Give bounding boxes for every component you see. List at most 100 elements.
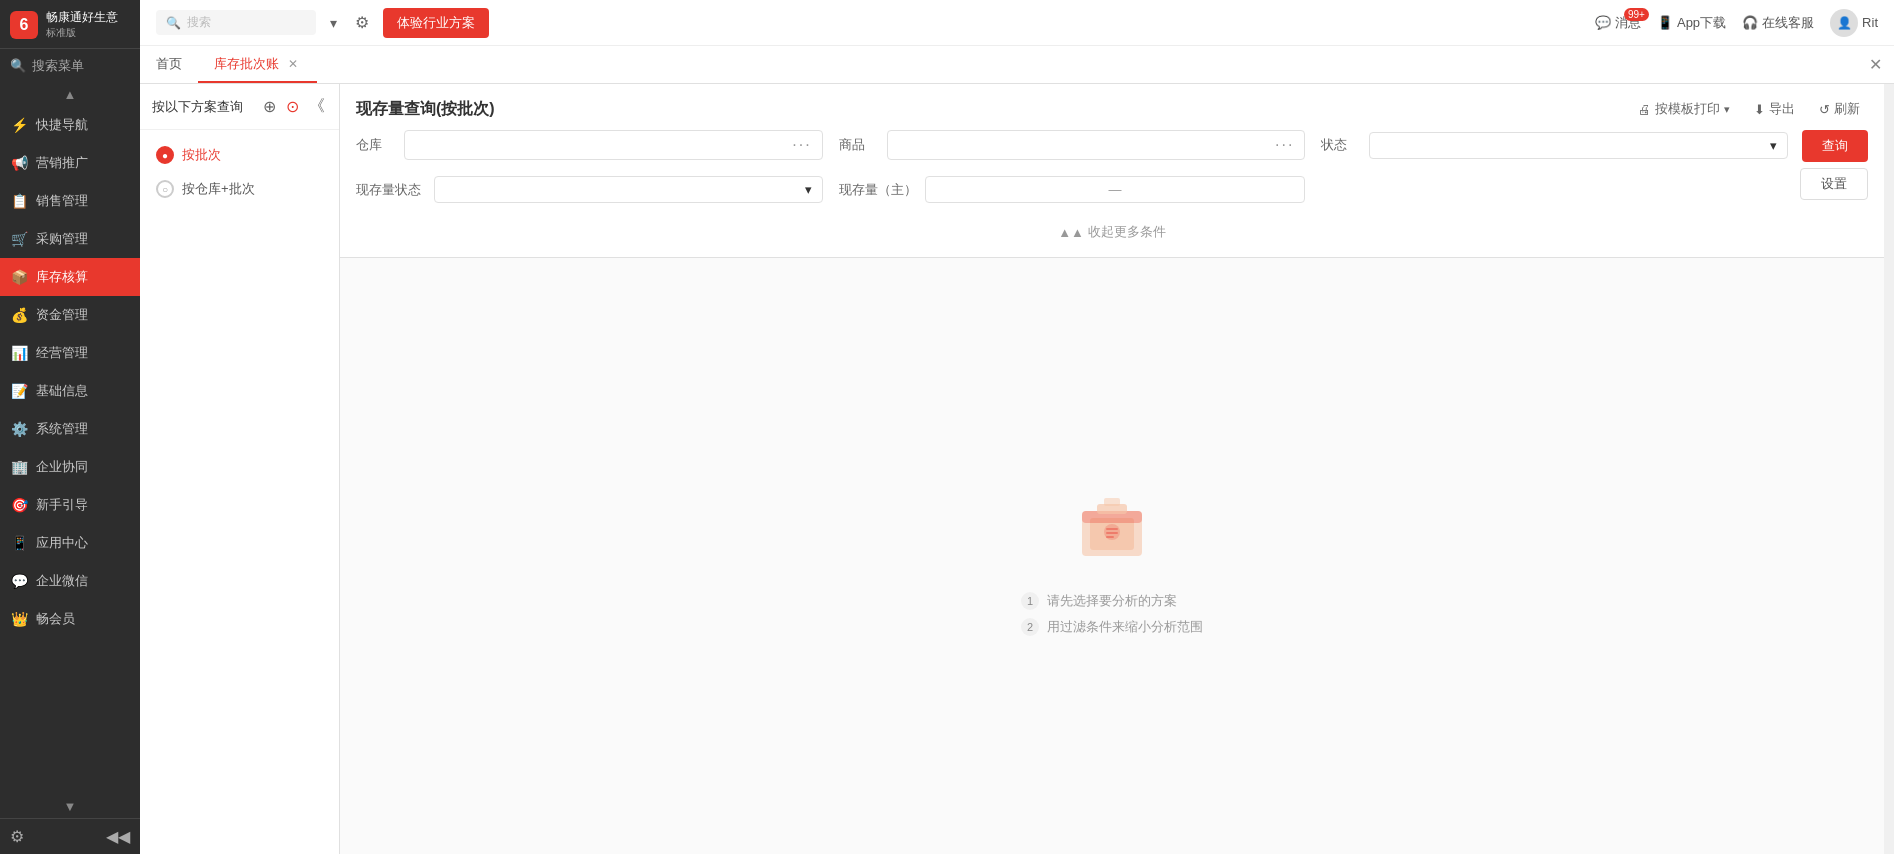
- warehouse-field: 仓库 ···: [356, 130, 823, 160]
- close-all-tabs-btn[interactable]: ✕: [1857, 46, 1894, 83]
- phone-icon: 📱: [1657, 15, 1673, 30]
- product-input[interactable]: ···: [887, 130, 1306, 160]
- tab-bar: 首页 库存批次账 ✕ ✕: [140, 46, 1894, 84]
- scheme-actions: ⊕ ⊙ 《: [261, 94, 327, 119]
- sidebar-item-members[interactable]: 👑 畅会员: [0, 600, 140, 638]
- finance-icon: 💰: [10, 306, 28, 324]
- refresh-icon: ↺: [1819, 102, 1830, 117]
- add-scheme-icon[interactable]: ⊕: [261, 95, 278, 118]
- newbie-icon: 🎯: [10, 496, 28, 514]
- export-icon: ⬇: [1754, 102, 1765, 117]
- print-btn[interactable]: 🖨 按模板打印 ▾: [1630, 96, 1738, 122]
- sidebar-item-newbie[interactable]: 🎯 新手引导: [0, 486, 140, 524]
- topbar-search[interactable]: 🔍 搜索: [156, 10, 316, 35]
- sidebar-item-purchase[interactable]: 🛒 采购管理: [0, 220, 140, 258]
- product-dots: ···: [1275, 136, 1294, 154]
- user-menu[interactable]: 👤 Rit: [1830, 9, 1878, 37]
- sidebar-item-marketing[interactable]: 📢 营销推广: [0, 144, 140, 182]
- inventory-status-field: 现存量状态 ▾: [356, 176, 823, 203]
- messages-btn[interactable]: 💬 消息 99+: [1595, 14, 1641, 32]
- collapse-icon: ▲▲: [1058, 225, 1084, 240]
- tab-batch-account[interactable]: 库存批次账 ✕: [198, 46, 317, 83]
- apps-icon: 📱: [10, 534, 28, 552]
- product-field: 商品 ···: [839, 130, 1306, 160]
- tip-text-1: 请先选择要分析的方案: [1047, 592, 1177, 610]
- settings-button[interactable]: 设置: [1800, 168, 1868, 200]
- topbar-right: 💬 消息 99+ 📱 App下载 🎧 在线客服 👤 Rit: [1595, 9, 1878, 37]
- topbar-dropdown-btn[interactable]: ▾: [326, 11, 341, 35]
- marketing-icon: 📢: [10, 154, 28, 172]
- warehouse-input[interactable]: ···: [404, 130, 823, 160]
- query-button[interactable]: 查询: [1802, 130, 1868, 162]
- empty-tip-2: 2 用过滤条件来缩小分析范围: [1021, 618, 1203, 636]
- right-scrollbar[interactable]: [1884, 84, 1894, 854]
- left-panel: 按以下方案查询 ⊕ ⊙ 《 ● 按批次 ○ 按仓库+批次: [140, 84, 340, 854]
- sidebar-item-corp-wechat[interactable]: 💬 企业微信: [0, 562, 140, 600]
- inventory-qty-field: 现存量（主） —: [839, 176, 1306, 203]
- page-title: 现存量查询(按批次): [356, 99, 495, 120]
- customer-service-btn[interactable]: 🎧 在线客服: [1742, 14, 1814, 32]
- inventory-status-select[interactable]: ▾: [434, 176, 823, 203]
- inventory-qty-label: 现存量（主）: [839, 181, 917, 199]
- export-btn[interactable]: ⬇ 导出: [1746, 96, 1803, 122]
- product-label: 商品: [839, 136, 879, 154]
- messages-badge: 99+: [1624, 8, 1649, 21]
- inventory-icon: 📦: [10, 268, 28, 286]
- empty-illustration: [1062, 476, 1162, 576]
- print-dropdown-icon: ▾: [1724, 103, 1730, 116]
- tab-home[interactable]: 首页: [140, 46, 198, 83]
- tab-close-btn[interactable]: ✕: [285, 56, 301, 72]
- sidebar-item-sales[interactable]: 📋 销售管理: [0, 182, 140, 220]
- collapse-scheme-icon[interactable]: 《: [307, 94, 327, 119]
- scroll-down-btn[interactable]: ▼: [0, 795, 140, 818]
- app-download-btn[interactable]: 📱 App下载: [1657, 14, 1726, 32]
- username: Rit: [1862, 15, 1878, 30]
- tip-num-2: 2: [1021, 618, 1039, 636]
- search-icon: 🔍: [10, 58, 26, 73]
- scheme-active-icon: ●: [156, 146, 174, 164]
- sidebar-item-operations[interactable]: 📊 经营管理: [0, 334, 140, 372]
- sidebar-item-system[interactable]: ⚙️ 系统管理: [0, 410, 140, 448]
- filter-row-2: 现存量状态 ▾ 现存量（主）: [356, 176, 1788, 203]
- inv-status-dropdown-icon: ▾: [805, 182, 812, 197]
- range-dash: —: [1109, 182, 1122, 197]
- sidebar-item-quick-nav[interactable]: ⚡ 快捷导航: [0, 106, 140, 144]
- left-panel-header: 按以下方案查询 ⊕ ⊙ 《: [140, 84, 339, 130]
- scheme-settings-icon[interactable]: ⊙: [284, 95, 301, 118]
- basic-info-icon: 📝: [10, 382, 28, 400]
- page-content: 按以下方案查询 ⊕ ⊙ 《 ● 按批次 ○ 按仓库+批次: [140, 84, 1894, 854]
- collapse-more-btn[interactable]: ▲▲ 收起更多条件: [356, 219, 1868, 245]
- sidebar-item-finance[interactable]: 💰 资金管理: [0, 296, 140, 334]
- scheme-item-by-warehouse-batch[interactable]: ○ 按仓库+批次: [140, 172, 339, 206]
- sidebar-nav: ⚡ 快捷导航 📢 营销推广 📋 销售管理 🛒 采购管理 📦 库存核算 💰 资金管…: [0, 106, 140, 795]
- status-select[interactable]: ▾: [1369, 132, 1788, 159]
- svg-rect-4: [1104, 498, 1120, 506]
- filter-row-1: 仓库 ··· 商品 ···: [356, 130, 1788, 160]
- topbar-gear-icon[interactable]: ⚙: [351, 9, 373, 36]
- sidebar-item-inventory[interactable]: 📦 库存核算: [0, 258, 140, 296]
- trial-industry-button[interactable]: 体验行业方案: [383, 8, 489, 38]
- scheme-list: ● 按批次 ○ 按仓库+批次: [140, 130, 339, 214]
- sidebar-header: 6 畅康通好生意 标准版: [0, 0, 140, 49]
- topbar: 🔍 搜索 ▾ ⚙ 体验行业方案 💬 消息 99+ 📱 App下载 🎧 在线客服: [140, 0, 1894, 46]
- sidebar-item-basic-info[interactable]: 📝 基础信息: [0, 372, 140, 410]
- refresh-btn[interactable]: ↺ 刷新: [1811, 96, 1868, 122]
- settings-icon[interactable]: ⚙: [10, 827, 24, 846]
- sidebar-item-apps[interactable]: 📱 应用中心: [0, 524, 140, 562]
- scroll-up-btn[interactable]: ▲: [0, 83, 140, 106]
- sidebar-item-enterprise[interactable]: 🏢 企业协同: [0, 448, 140, 486]
- query-buttons: 查询 设置: [1800, 130, 1868, 200]
- scheme-panel-title: 按以下方案查询: [152, 98, 243, 116]
- collapse-sidebar-icon[interactable]: ◀◀: [106, 827, 130, 846]
- operations-icon: 📊: [10, 344, 28, 362]
- sales-icon: 📋: [10, 192, 28, 210]
- corp-wechat-icon: 💬: [10, 572, 28, 590]
- right-panel: 现存量查询(按批次) 🖨 按模板打印 ▾ ⬇ 导出 ↺: [340, 84, 1884, 854]
- members-icon: 👑: [10, 610, 28, 628]
- scheme-item-by-batch[interactable]: ● 按批次: [140, 138, 339, 172]
- enterprise-icon: 🏢: [10, 458, 28, 476]
- sidebar-search[interactable]: 🔍 搜索菜单: [0, 49, 140, 83]
- svg-rect-7: [1106, 532, 1118, 534]
- warehouse-label: 仓库: [356, 136, 396, 154]
- inventory-qty-range[interactable]: —: [925, 176, 1306, 203]
